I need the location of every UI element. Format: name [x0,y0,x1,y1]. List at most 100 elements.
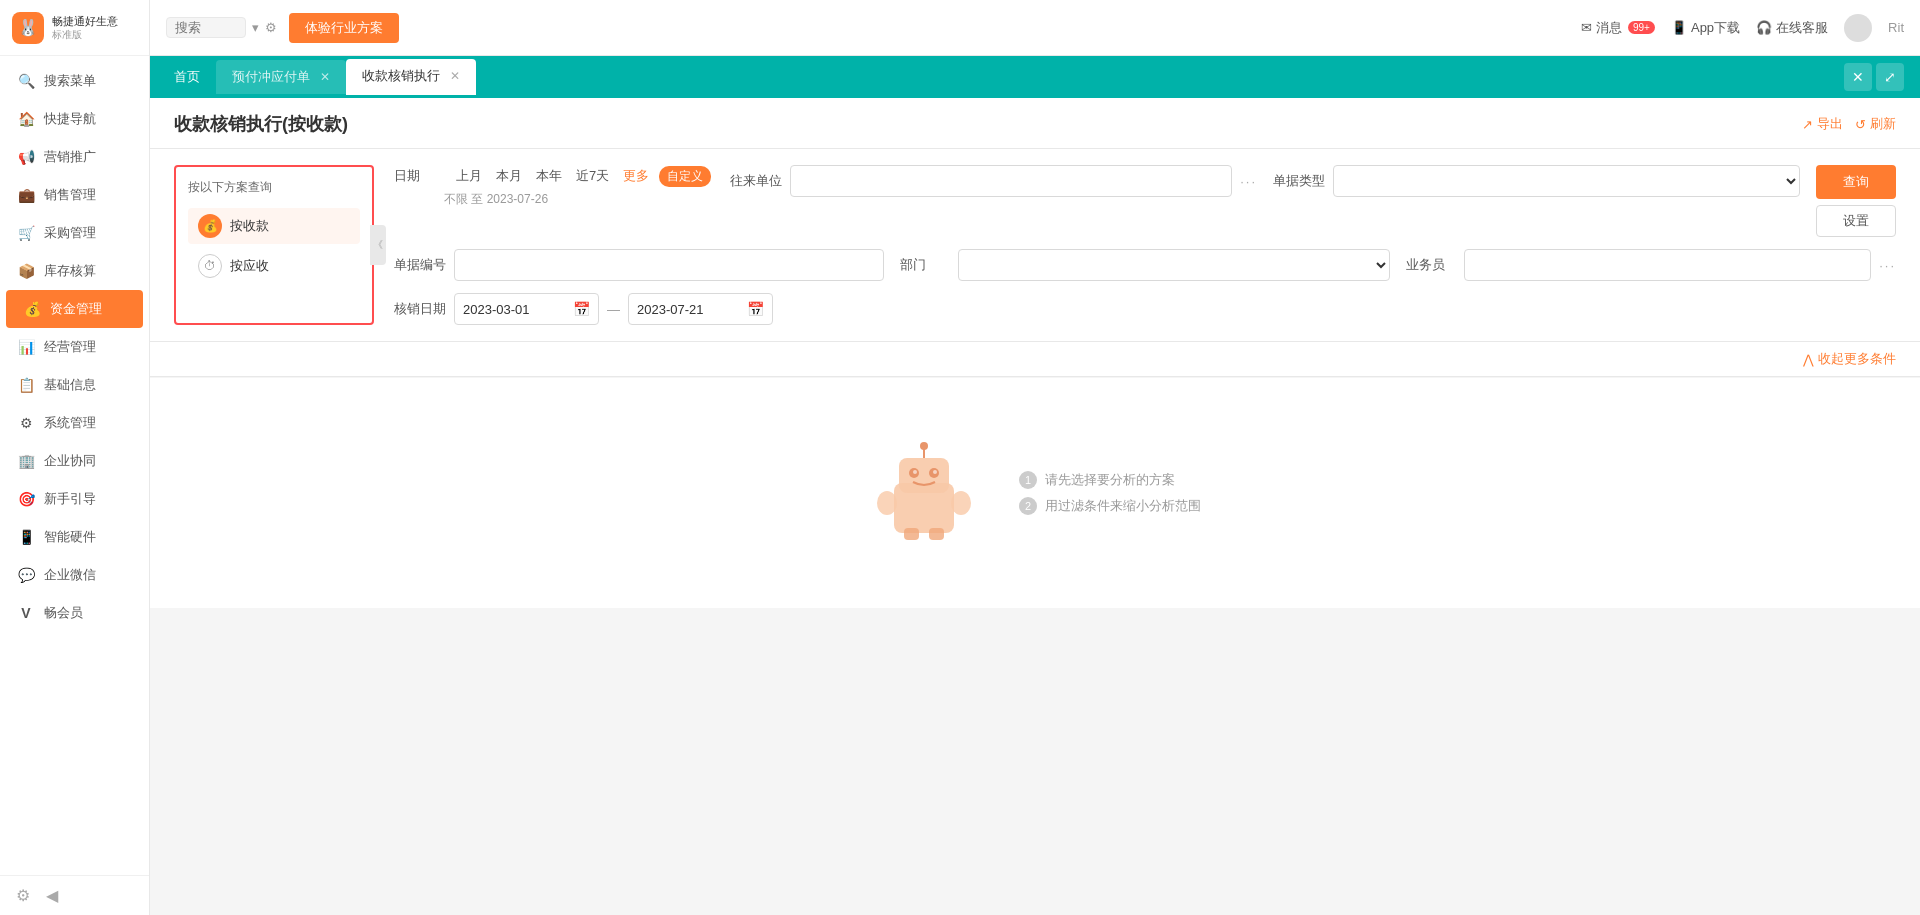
enterprise-icon: 🏢 [16,453,36,469]
close-prepay-tab[interactable]: ✕ [320,70,330,84]
counterparty-dots-icon[interactable]: ··· [1240,174,1257,189]
close-all-tabs-button[interactable]: ✕ [1844,63,1872,91]
sidebar-item-sales[interactable]: 💼 销售管理 [0,176,149,214]
topbar-search-input[interactable] [166,17,246,38]
app-download-action[interactable]: 📱 App下载 [1671,19,1740,37]
operation-icon: 📊 [16,339,36,355]
sidebar-item-member[interactable]: V 畅会员 [0,594,149,632]
dept-label: 部门 [900,256,950,274]
collection-option-icon: 💰 [198,214,222,238]
tab-prepay[interactable]: 预付冲应付单 ✕ [216,60,346,94]
salesperson-input[interactable] [1464,249,1871,281]
writeoff-date-start-calendar-icon[interactable]: 📅 [565,301,598,317]
tab-collection[interactable]: 收款核销执行 ✕ [346,59,476,95]
receivable-option-label: 按应收 [230,257,269,275]
filter-option-by-collection[interactable]: 💰 按收款 [188,208,360,244]
sidebar-item-marketing[interactable]: 📢 营销推广 [0,138,149,176]
filter-option-by-receivable[interactable]: ⏱ 按应收 [188,248,360,284]
close-collection-tab[interactable]: ✕ [450,69,460,83]
user-avatar[interactable] [1844,14,1872,42]
sidebar-item-wechat[interactable]: 💬 企业微信 [0,556,149,594]
logo-area: 🐰 畅捷通好生意 标准版 [0,0,149,56]
quick-date-this-month[interactable]: 本月 [492,165,526,187]
sidebar-item-finance[interactable]: 💰 资金管理 [6,290,143,328]
finance-icon: 💰 [22,301,42,317]
marketing-icon: 📢 [16,149,36,165]
sidebar-item-search[interactable]: 🔍 搜索菜单 [0,62,149,100]
collapse-chevron-icon: ⋀ [1803,352,1814,367]
filter-sidebar: 按以下方案查询 💰 按收款 ⏱ 按应收 《 [174,165,374,325]
writeoff-date-label: 核销日期 [394,300,446,318]
online-service-action[interactable]: 🎧 在线客服 [1756,19,1828,37]
filter-form: 日期 上月 本月 本年 近7天 更多 自定义 不限 至 2023-0 [394,165,1896,325]
empty-step-1: 1 请先选择要分析的方案 [1019,471,1201,489]
basic-icon: 📋 [16,377,36,393]
home-icon: 🏠 [16,111,36,127]
logo-icon: 🐰 [12,12,44,44]
writeoff-date-start-wrap: 📅 [454,293,599,325]
settings-footer-icon[interactable]: ⚙ [16,886,30,905]
collapse-more-conditions-button[interactable]: ⋀ 收起更多条件 [1803,350,1896,368]
quick-date-this-year[interactable]: 本年 [532,165,566,187]
date-label: 日期 [394,167,444,185]
empty-step-2: 2 用过滤条件来缩小分析范围 [1019,497,1201,515]
filter-sidebar-collapse-button[interactable]: 《 [370,225,386,265]
dept-select[interactable] [958,249,1390,281]
counterparty-field: 往来单位 ··· [730,165,1257,197]
quick-date-custom[interactable]: 自定义 [659,166,711,187]
receivable-option-icon: ⏱ [198,254,222,278]
quick-date-last-month[interactable]: 上月 [452,165,486,187]
svg-rect-11 [929,528,944,540]
message-action[interactable]: ✉ 消息 99+ [1581,19,1655,37]
sidebar-item-inventory[interactable]: 📦 库存核算 [0,252,149,290]
system-icon: ⚙ [16,415,36,431]
sidebar-footer: ⚙ ◀ [0,875,149,915]
collapse-sidebar-icon[interactable]: ◀ [46,886,58,905]
page-content: 收款核销执行(按收款) ↗ 导出 ↺ 刷新 按以下方案查询 [150,98,1920,915]
svg-point-4 [913,470,917,474]
doc-type-select[interactable] [1333,165,1800,197]
sidebar-item-hardware[interactable]: 📱 智能硬件 [0,518,149,556]
tabbar: 首页 预付冲应付单 ✕ 收款核销执行 ✕ ✕ ⤢ [150,56,1920,98]
collection-option-label: 按收款 [230,217,269,235]
sidebar-item-operation[interactable]: 📊 经营管理 [0,328,149,366]
salesperson-dots-icon[interactable]: ··· [1879,258,1896,273]
sidebar-item-purchase[interactable]: 🛒 采购管理 [0,214,149,252]
counterparty-label: 往来单位 [730,172,782,190]
member-icon: V [16,605,36,621]
writeoff-date-end-input[interactable] [629,302,739,317]
export-icon: ↗ [1802,117,1813,132]
export-button[interactable]: ↗ 导出 [1802,115,1843,133]
doc-no-input[interactable] [454,249,884,281]
quick-date-more[interactable]: 更多 [619,165,653,187]
search-icon: 🔍 [16,73,36,89]
topbar-actions: ✉ 消息 99+ 📱 App下载 🎧 在线客服 Rit [1581,14,1904,42]
topbar-dropdown-icon[interactable]: ▾ [252,20,259,35]
sidebar-item-shortcut[interactable]: 🏠 快捷导航 [0,100,149,138]
writeoff-date-end-calendar-icon[interactable]: 📅 [739,301,772,317]
refresh-button[interactable]: ↺ 刷新 [1855,115,1896,133]
filter-sidebar-title: 按以下方案查询 [188,179,360,196]
sidebar-item-basic[interactable]: 📋 基础信息 [0,366,149,404]
app-icon: 📱 [1671,20,1687,35]
sidebar-item-enterprise[interactable]: 🏢 企业协同 [0,442,149,480]
counterparty-input[interactable] [790,165,1232,197]
writeoff-date-start-input[interactable] [455,302,565,317]
dept-field: 部门 [900,249,1390,281]
tab-home[interactable]: 首页 [158,60,216,94]
industry-solution-button[interactable]: 体验行业方案 [289,13,399,43]
doc-no-label: 单据编号 [394,256,446,274]
quick-date-7days[interactable]: 近7天 [572,165,613,187]
gear-icon[interactable]: ⚙ [265,20,277,35]
filter-actions: 查询 设置 [1816,165,1896,237]
settings-button[interactable]: 设置 [1816,205,1896,237]
sidebar: 🐰 畅捷通好生意 标准版 🔍 搜索菜单 🏠 快捷导航 📢 营销推广 💼 销售管理… [0,0,150,915]
sidebar-item-newbie[interactable]: 🎯 新手引导 [0,480,149,518]
inventory-icon: 📦 [16,263,36,279]
sidebar-item-system[interactable]: ⚙ 系统管理 [0,404,149,442]
query-button[interactable]: 查询 [1816,165,1896,199]
svg-point-5 [933,470,937,474]
svg-point-6 [877,491,897,515]
collapse-row: ⋀ 收起更多条件 [150,342,1920,377]
expand-tabs-button[interactable]: ⤢ [1876,63,1904,91]
